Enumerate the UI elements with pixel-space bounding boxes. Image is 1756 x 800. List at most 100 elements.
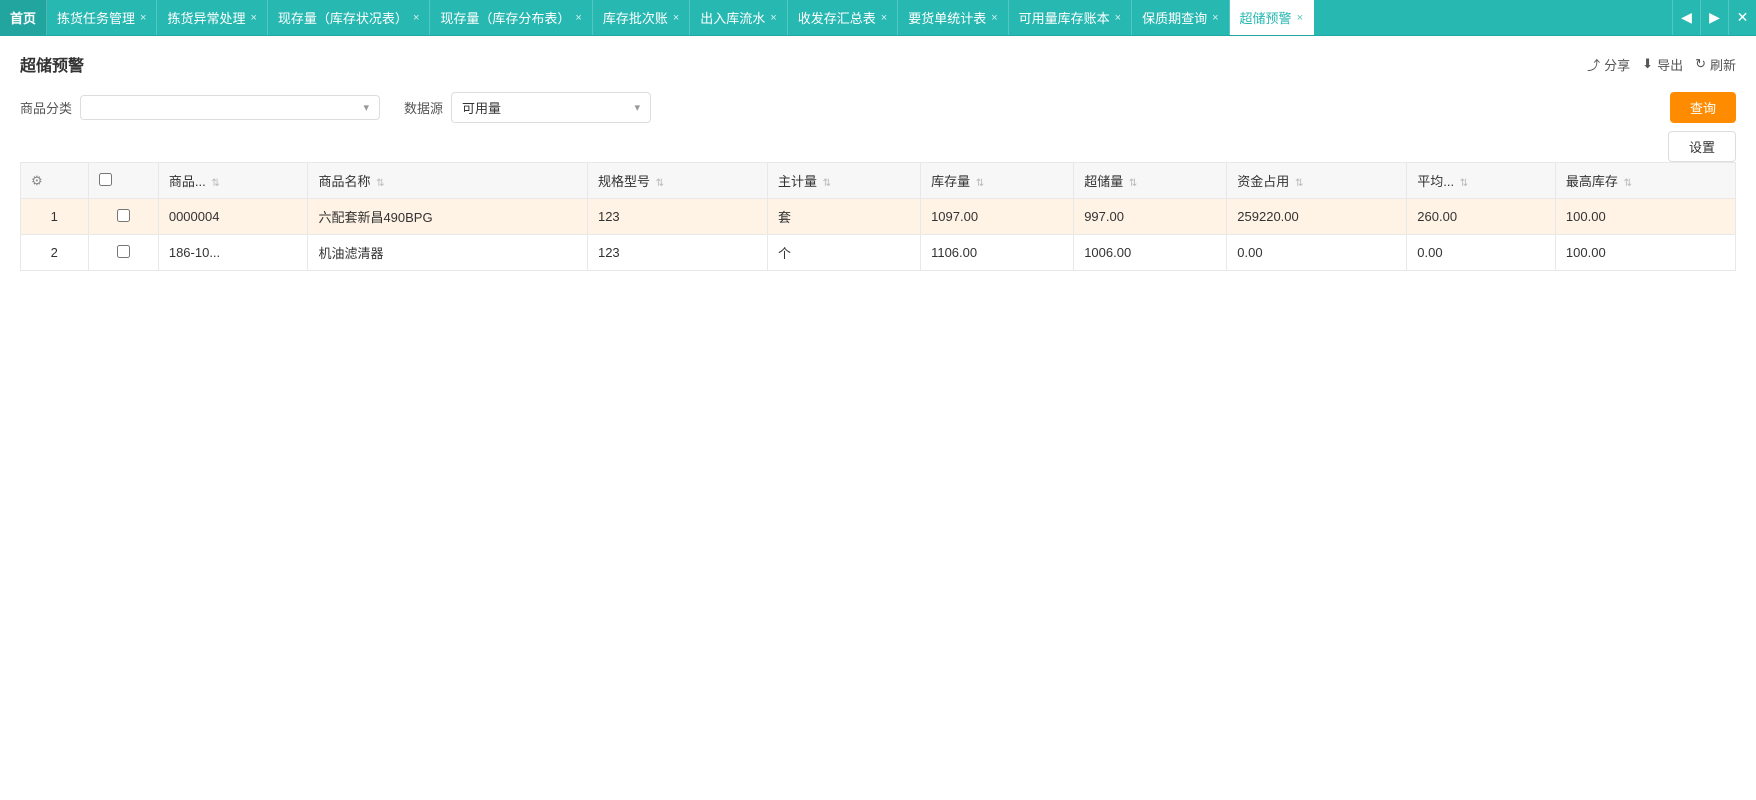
query-button[interactable]: 查询 [1670,92,1736,123]
nav-tab-jianhuoyichang[interactable]: 拣货异常处理 × [157,0,267,35]
header-actions: ⤴ 分享 ⬇ 导出 ↻ 刷新 [1587,55,1736,74]
nav-tab-chaochuyujing[interactable]: 超储预警 × [1230,0,1314,35]
th-max-stock[interactable]: 最高库存 ⇅ [1555,163,1735,199]
datasource-value: 可用量 [462,98,501,117]
sort-icon: ⇅ [1129,178,1137,189]
close-icon[interactable]: × [770,12,776,24]
row-capital: 0.00 [1227,235,1407,271]
close-icon[interactable]: × [413,12,419,24]
nav-close-arrow[interactable]: ✕ [1728,0,1756,35]
category-filter-group: 商品分类 ▾ [20,95,380,120]
sort-icon: ⇅ [376,178,384,189]
row-spec: 123 [587,235,767,271]
row-product-code: 186-10... [158,235,308,271]
nav-tab-churukuliushui[interactable]: 出入库流水 × [690,0,787,35]
nav-tab-kucunpici[interactable]: 库存批次账 × [593,0,690,35]
category-select[interactable]: ▾ [80,95,380,120]
row-capital: 259220.00 [1227,199,1407,235]
nav-home[interactable]: 首页 [0,0,47,35]
select-all-checkbox[interactable] [99,173,112,186]
close-icon[interactable]: × [140,12,146,24]
th-settings: ⚙ [21,163,89,199]
row-num-2: 2 [21,235,89,271]
close-icon[interactable]: × [1297,12,1303,24]
close-icon[interactable]: × [881,12,887,24]
table-row: 2 186-10... 机油滤清器 123 个 1106.00 1006.00 … [21,235,1736,271]
row-product-name: 六配套新昌490BPG [308,199,588,235]
export-button[interactable]: ⬇ 导出 [1642,55,1683,74]
datasource-select[interactable]: 可用量 ▾ [451,92,651,123]
top-nav: 首页 拣货任务管理 × 拣货异常处理 × 现存量（库存状况表） × 现存量（库存… [0,0,1756,36]
th-product-code[interactable]: 商品... ⇅ [158,163,308,199]
row-spec: 123 [587,199,767,235]
row-checkbox-2[interactable] [88,235,158,271]
row-unit: 套 [767,199,920,235]
sort-icon: ⇅ [656,178,664,189]
share-icon: ⤴ [1587,55,1600,74]
row-product-name: 机油滤清器 [308,235,588,271]
table-header-row: ⚙ 商品... ⇅ 商品名称 ⇅ 规格型号 ⇅ 主计量 [21,163,1736,199]
page-title: 超储预警 [20,52,84,76]
filter-inputs: 商品分类 ▾ 数据源 可用量 ▾ [20,92,1648,123]
export-icon: ⬇ [1642,56,1653,72]
sort-icon: ⇅ [211,178,219,189]
gear-icon[interactable]: ⚙ [31,173,43,188]
nav-tab-xiancunliang1[interactable]: 现存量（库存状况表） × [268,0,430,35]
close-icon[interactable]: × [1115,12,1121,24]
row-avg: 0.00 [1407,235,1556,271]
close-icon[interactable]: × [250,12,256,24]
row-checkbox-1[interactable] [88,199,158,235]
datasource-filter-group: 数据源 可用量 ▾ [404,92,651,123]
right-btns: 查询 设置 [1668,92,1736,162]
th-avg[interactable]: 平均... ⇅ [1407,163,1556,199]
nav-next-arrow[interactable]: ▶ [1700,0,1728,35]
row-unit: 个 [767,235,920,271]
th-capital[interactable]: 资金占用 ⇅ [1227,163,1407,199]
close-icon[interactable]: × [1212,12,1218,24]
row-stock: 1106.00 [921,235,1074,271]
settings-button[interactable]: 设置 [1668,131,1736,162]
nav-tab-yaohuodantongji[interactable]: 要货单统计表 × [898,0,1008,35]
row-select-checkbox[interactable] [117,245,130,258]
sort-icon: ⇅ [1295,178,1303,189]
sort-icon: ⇅ [823,178,831,189]
sort-icon: ⇅ [1460,178,1468,189]
nav-tab-shofacunhuizong[interactable]: 收发存汇总表 × [788,0,898,35]
close-icon[interactable]: × [575,12,581,24]
row-num-1: 1 [21,199,89,235]
th-unit[interactable]: 主计量 ⇅ [767,163,920,199]
th-checkbox [88,163,158,199]
nav-tab-xiancunliang2[interactable]: 现存量（库存分布表） × [430,0,592,35]
close-icon[interactable]: × [991,12,997,24]
datasource-label: 数据源 [404,98,443,117]
th-stock[interactable]: 库存量 ⇅ [921,163,1074,199]
data-table: ⚙ 商品... ⇅ 商品名称 ⇅ 规格型号 ⇅ 主计量 [20,162,1736,271]
sort-icon: ⇅ [976,178,984,189]
filter-row: 商品分类 ▾ 数据源 可用量 ▾ 查询 设置 [20,92,1736,162]
nav-tab-keyongliang[interactable]: 可用量库存账本 × [1009,0,1132,35]
th-product-name[interactable]: 商品名称 ⇅ [308,163,588,199]
nav-tab-jianhuorenwu[interactable]: 拣货任务管理 × [47,0,157,35]
refresh-button[interactable]: ↻ 刷新 [1695,55,1736,74]
row-product-code: 0000004 [158,199,308,235]
row-stock: 1097.00 [921,199,1074,235]
th-overstock[interactable]: 超储量 ⇅ [1074,163,1227,199]
main-content: 超储预警 ⤴ 分享 ⬇ 导出 ↻ 刷新 商品分类 ▾ [0,36,1756,800]
chevron-down-icon: ▾ [635,101,641,114]
close-icon[interactable]: × [673,12,679,24]
row-max-stock: 100.00 [1555,199,1735,235]
nav-arrows-container: ◀ ▶ ✕ [1672,0,1756,35]
sort-icon: ⇅ [1624,178,1632,189]
chevron-down-icon: ▾ [363,101,369,114]
nav-tab-baozhiqi[interactable]: 保质期查询 × [1132,0,1229,35]
nav-prev-arrow[interactable]: ◀ [1672,0,1700,35]
row-select-checkbox[interactable] [117,209,130,222]
refresh-icon: ↻ [1695,56,1706,72]
share-button[interactable]: ⤴ 分享 [1587,55,1630,74]
row-overstock: 997.00 [1074,199,1227,235]
row-overstock: 1006.00 [1074,235,1227,271]
page-header: 超储预警 ⤴ 分享 ⬇ 导出 ↻ 刷新 [20,52,1736,76]
th-spec[interactable]: 规格型号 ⇅ [587,163,767,199]
row-avg: 260.00 [1407,199,1556,235]
row-max-stock: 100.00 [1555,235,1735,271]
